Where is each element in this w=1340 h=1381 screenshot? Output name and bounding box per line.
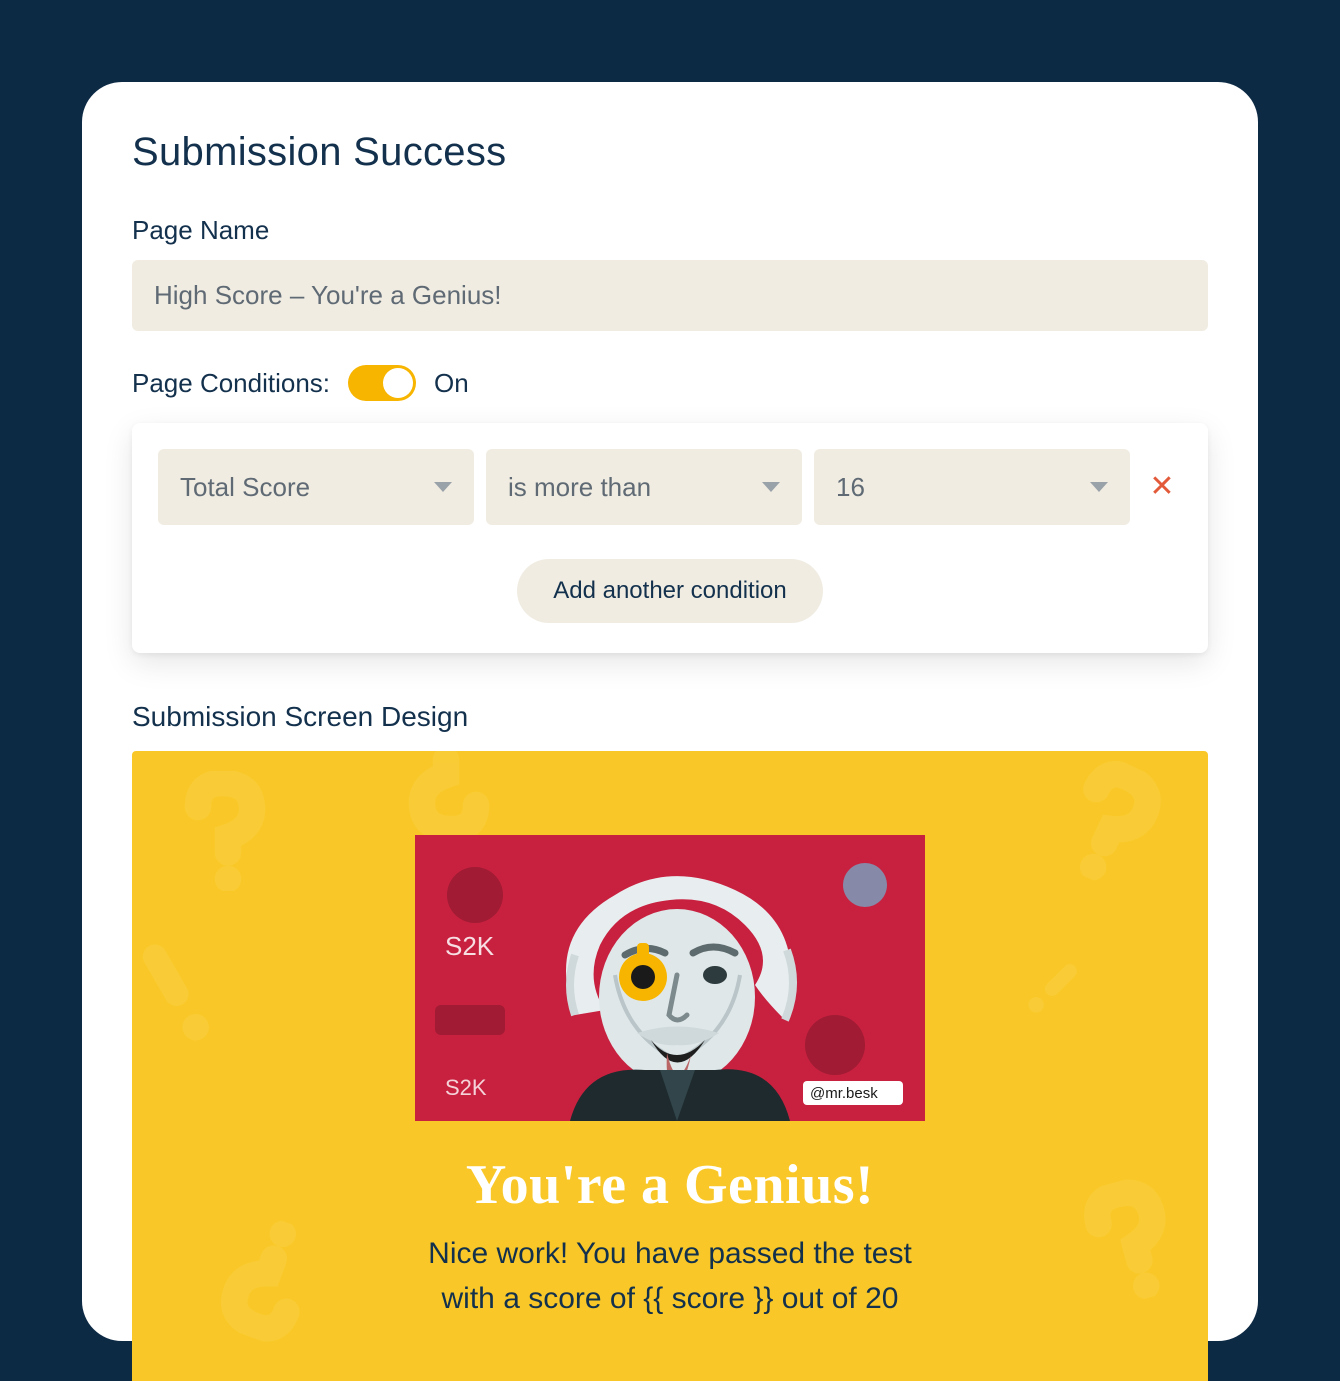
hero-image: S2K S2K @mr.besk [415,835,925,1121]
hero-line-2: with a score of {{ score }} out of 20 [442,1282,899,1315]
question-mark-icon [392,751,512,841]
submission-design-label: Submission Screen Design [132,701,1208,733]
chevron-down-icon [434,482,452,492]
page-conditions-state: On [434,368,469,399]
toggle-knob [383,368,413,398]
condition-row: Total Score is more than 16 ✕ [158,449,1182,525]
remove-condition-button[interactable]: ✕ [1142,472,1182,502]
page-name-input[interactable] [132,260,1208,331]
condition-value-select[interactable]: 16 [814,449,1130,525]
hero-title: You're a Genius! [172,1153,1168,1217]
condition-operator-value: is more than [508,472,651,503]
submission-design-preview: S2K S2K @mr.besk [132,751,1208,1381]
svg-text:S2K: S2K [445,931,495,961]
settings-card: Submission Success Page Name Page Condit… [82,82,1258,1341]
add-condition-button[interactable]: Add another condition [517,559,823,623]
condition-operator-select[interactable]: is more than [486,449,802,525]
page-conditions-row: Page Conditions: On [132,365,1208,401]
page-conditions-toggle[interactable] [348,365,416,401]
chevron-down-icon [762,482,780,492]
condition-field-value: Total Score [180,472,310,503]
condition-value-value: 16 [836,472,865,503]
hero-line-1: Nice work! You have passed the test [428,1237,912,1270]
page-name-label: Page Name [132,215,1208,246]
svg-text:@mr.besk: @mr.besk [810,1085,878,1102]
hero-subtitle: Nice work! You have passed the test with… [172,1231,1168,1321]
close-icon: ✕ [1149,470,1174,503]
conditions-panel: Total Score is more than 16 ✕ Add anothe… [132,423,1208,653]
page-title: Submission Success [132,130,1208,175]
svg-text:S2K: S2K [445,1075,487,1100]
condition-field-select[interactable]: Total Score [158,449,474,525]
chevron-down-icon [1090,482,1108,492]
page-conditions-label: Page Conditions: [132,368,330,399]
